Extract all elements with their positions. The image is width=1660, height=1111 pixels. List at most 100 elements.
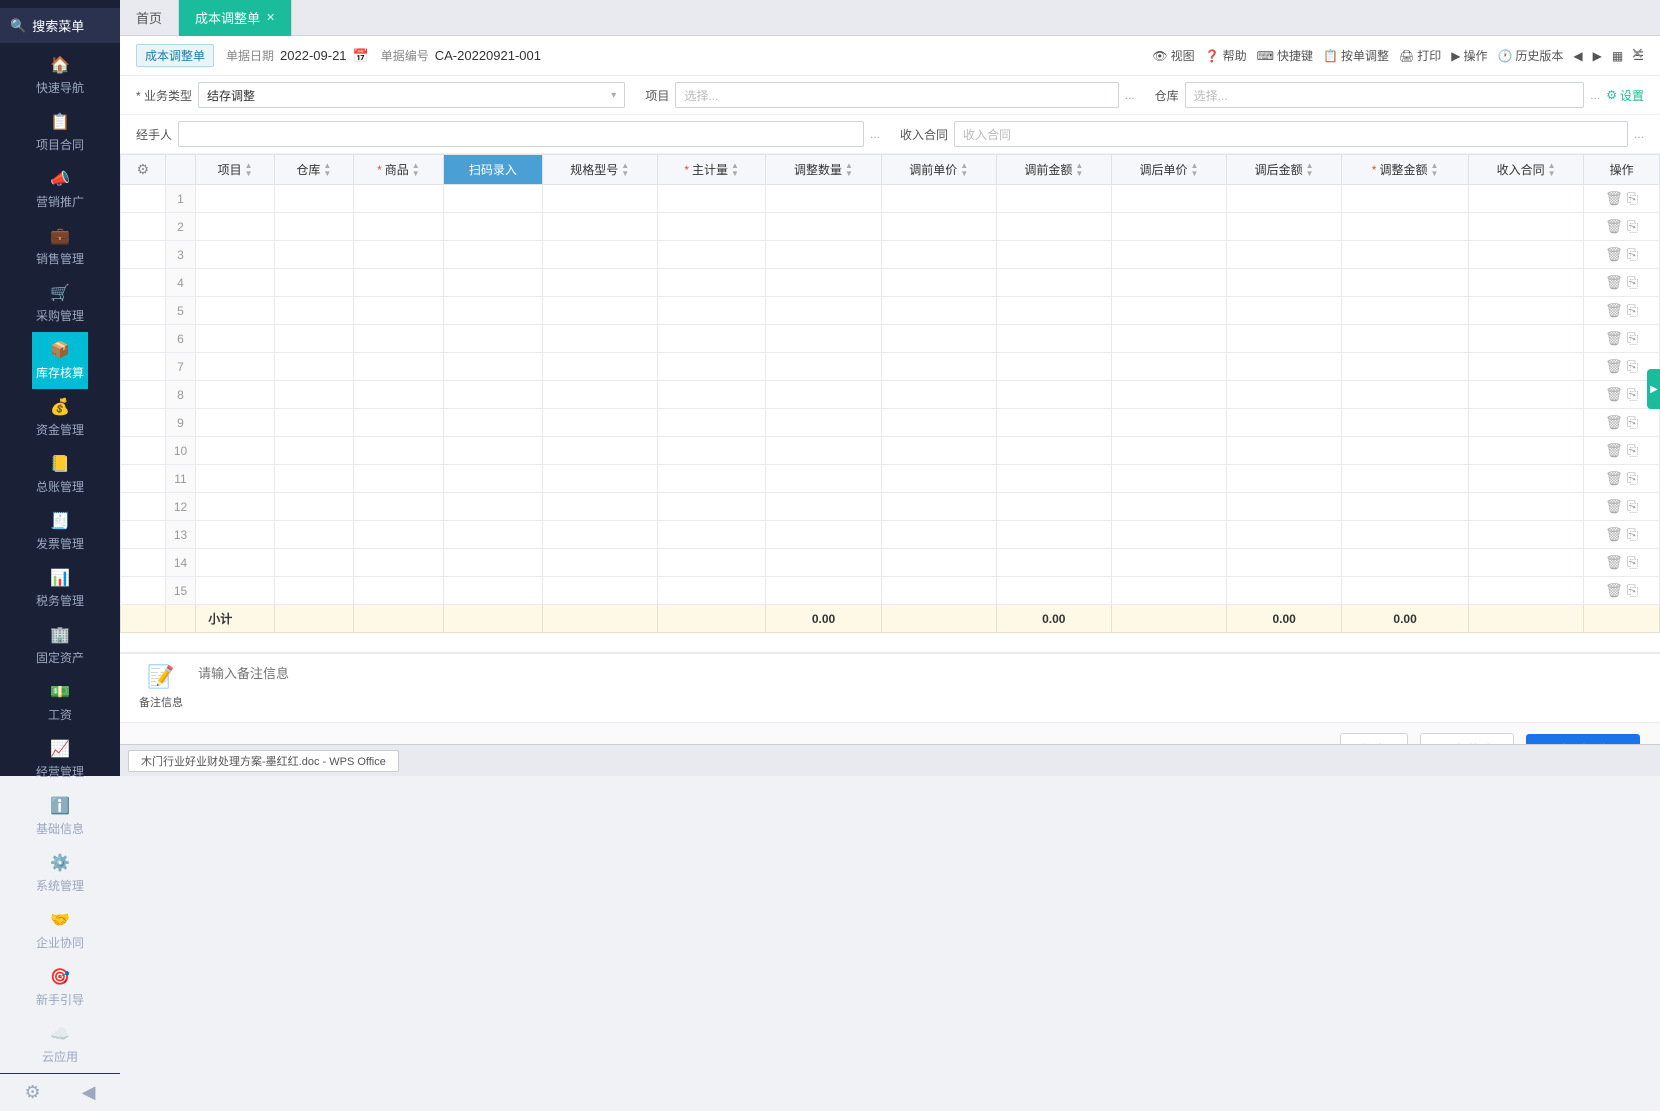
cell-adjust_amount-15[interactable] [1342, 577, 1469, 605]
cell-income_contract-7[interactable] [1468, 353, 1583, 381]
cell-after_price-14[interactable] [1111, 549, 1226, 577]
cell-project-9[interactable] [196, 409, 275, 437]
cell-project-8[interactable] [196, 381, 275, 409]
cell-adjust_amount-5[interactable] [1342, 297, 1469, 325]
copy-btn-7[interactable]: ⎘ [1627, 358, 1638, 375]
col-header-income_contract[interactable]: 收入合同▲▼ [1468, 155, 1583, 185]
cell-warehouse-6[interactable] [274, 325, 353, 353]
cell-after_price-3[interactable] [1111, 241, 1226, 269]
cell-adjust_amount-10[interactable] [1342, 437, 1469, 465]
cell-adjust_qty-6[interactable] [766, 325, 881, 353]
cell-adjust_amount-8[interactable] [1342, 381, 1469, 409]
cell-spec-8[interactable] [542, 381, 657, 409]
sidebar-item-guide[interactable]: 🎯新手引导 [32, 959, 88, 1016]
cell-goods-9[interactable] [353, 409, 443, 437]
cell-after_price-8[interactable] [1111, 381, 1226, 409]
close-icon[interactable]: ✕ [1631, 44, 1644, 64]
action-shortcut[interactable]: ⌨快捷键 [1257, 47, 1313, 64]
action-view[interactable]: 👁视图 [1152, 47, 1194, 64]
delete-btn-8[interactable]: 🗑 [1605, 386, 1623, 403]
cell-before_price-8[interactable] [881, 381, 996, 409]
cell-scan_input-5[interactable] [444, 297, 543, 325]
cell-goods-8[interactable] [353, 381, 443, 409]
sort-icon-spec[interactable]: ▲▼ [621, 162, 629, 178]
copy-btn-9[interactable]: ⎘ [1627, 414, 1638, 431]
copy-btn-11[interactable]: ⎘ [1627, 470, 1638, 487]
cell-after_price-10[interactable] [1111, 437, 1226, 465]
cell-spec-1[interactable] [542, 185, 657, 213]
delete-btn-14[interactable]: 🗑 [1605, 554, 1623, 571]
sort-icon-income_contract[interactable]: ▲▼ [1548, 162, 1556, 178]
cell-scan_input-12[interactable] [444, 493, 543, 521]
cell-income_contract-4[interactable] [1468, 269, 1583, 297]
cell-before_price-4[interactable] [881, 269, 996, 297]
cell-after_amount-1[interactable] [1227, 185, 1342, 213]
cell-before_amount-5[interactable] [996, 297, 1111, 325]
table-settings-icon[interactable]: ⚙ [137, 161, 150, 177]
cell-goods-12[interactable] [353, 493, 443, 521]
cell-adjust_qty-4[interactable] [766, 269, 881, 297]
cell-project-2[interactable] [196, 213, 275, 241]
cell-goods-11[interactable] [353, 465, 443, 493]
cell-before_price-5[interactable] [881, 297, 996, 325]
action-print[interactable]: 🖨打印 [1399, 47, 1441, 64]
warehouse-value[interactable]: 选择... [1185, 82, 1585, 108]
cell-unit-5[interactable] [657, 297, 766, 325]
sidebar-item-tax[interactable]: 📊税务管理 [32, 560, 88, 617]
cell-adjust_qty-15[interactable] [766, 577, 881, 605]
delete-btn-7[interactable]: 🗑 [1605, 358, 1623, 375]
copy-btn-10[interactable]: ⎘ [1627, 442, 1638, 459]
action-help[interactable]: ❓帮助 [1205, 47, 1247, 64]
cell-after_amount-11[interactable] [1227, 465, 1342, 493]
cell-before_amount-10[interactable] [996, 437, 1111, 465]
cell-warehouse-13[interactable] [274, 521, 353, 549]
cell-scan_input-9[interactable] [444, 409, 543, 437]
cell-warehouse-3[interactable] [274, 241, 353, 269]
action-operations[interactable]: ▶操作 [1451, 47, 1487, 64]
cell-spec-15[interactable] [542, 577, 657, 605]
cell-spec-2[interactable] [542, 213, 657, 241]
cell-unit-6[interactable] [657, 325, 766, 353]
cell-before_price-9[interactable] [881, 409, 996, 437]
tab-cost-adjust[interactable]: 成本调整单✕ [179, 0, 292, 36]
cell-unit-3[interactable] [657, 241, 766, 269]
cell-adjust_amount-7[interactable] [1342, 353, 1469, 381]
action-nav-prev[interactable]: ◀ [1573, 49, 1582, 63]
cell-adjust_qty-2[interactable] [766, 213, 881, 241]
action-history[interactable]: 🕐历史版本 [1497, 47, 1563, 64]
sort-icon-before_amount[interactable]: ▲▼ [1075, 162, 1083, 178]
col-header-before_price[interactable]: 调前单价▲▼ [881, 155, 996, 185]
project-dots[interactable]: ... [1125, 88, 1135, 102]
settings-icon[interactable]: ⚙ [25, 1082, 41, 1103]
cell-adjust_amount-12[interactable] [1342, 493, 1469, 521]
cell-unit-15[interactable] [657, 577, 766, 605]
cell-before_amount-9[interactable] [996, 409, 1111, 437]
cell-spec-5[interactable] [542, 297, 657, 325]
warehouse-dots[interactable]: ... [1590, 88, 1600, 102]
delete-btn-12[interactable]: 🗑 [1605, 498, 1623, 515]
cell-goods-2[interactable] [353, 213, 443, 241]
cell-project-5[interactable] [196, 297, 275, 325]
income-contract-value[interactable]: 收入合同 [954, 121, 1628, 147]
cell-after_amount-10[interactable] [1227, 437, 1342, 465]
sidebar-item-purchase[interactable]: 🛒采购管理 [32, 275, 88, 332]
sort-icon-project[interactable]: ▲▼ [245, 162, 253, 178]
cell-adjust_amount-13[interactable] [1342, 521, 1469, 549]
cell-income_contract-6[interactable] [1468, 325, 1583, 353]
cell-before_price-12[interactable] [881, 493, 996, 521]
cell-goods-3[interactable] [353, 241, 443, 269]
cell-adjust_qty-1[interactable] [766, 185, 881, 213]
delete-btn-1[interactable]: 🗑 [1605, 190, 1623, 207]
cell-adjust_qty-10[interactable] [766, 437, 881, 465]
delete-btn-2[interactable]: 🗑 [1605, 218, 1623, 235]
cell-after_price-12[interactable] [1111, 493, 1226, 521]
cell-warehouse-11[interactable] [274, 465, 353, 493]
cell-unit-2[interactable] [657, 213, 766, 241]
sidebar-item-sales[interactable]: 💼销售管理 [32, 218, 88, 275]
handler-value[interactable] [178, 121, 864, 147]
col-header-adjust_amount[interactable]: *调整金额▲▼ [1342, 155, 1469, 185]
cell-scan_input-4[interactable] [444, 269, 543, 297]
cell-income_contract-2[interactable] [1468, 213, 1583, 241]
cell-scan_input-1[interactable] [444, 185, 543, 213]
cell-adjust_amount-11[interactable] [1342, 465, 1469, 493]
